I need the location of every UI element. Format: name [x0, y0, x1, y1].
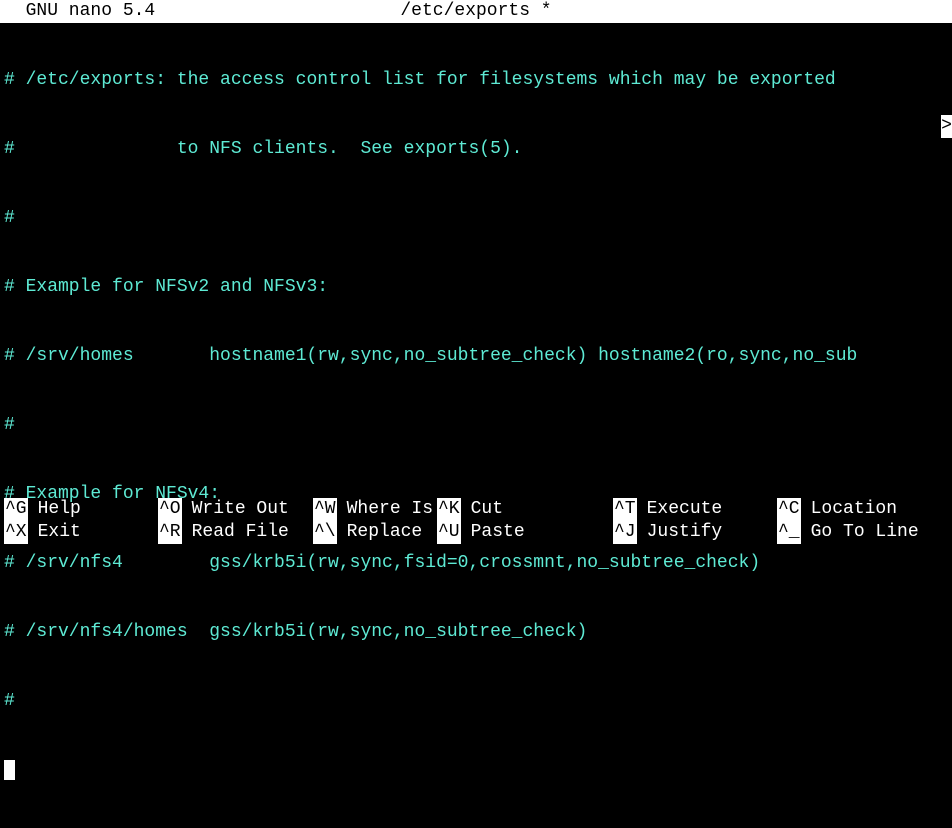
editor-line: # [4, 207, 948, 230]
shortcut-label: Help [38, 498, 81, 521]
file-path: /etc/exports * [400, 0, 551, 23]
editor-line: # Example for NFSv2 and NFSv3: [4, 276, 948, 299]
shortcut-label: Write Out [192, 498, 289, 521]
editor-area[interactable]: # /etc/exports: the access control list … [0, 23, 952, 828]
line-truncation-indicator: > [941, 115, 952, 138]
editor-line: # to NFS clients. See exports(5). [4, 138, 948, 161]
shortcut-label: Location [811, 498, 897, 521]
shortcut-key: ^K [437, 498, 461, 521]
title-bar: GNU nano 5.4 /etc/exports * [0, 0, 952, 23]
shortcut-replace[interactable]: ^\ Replace [313, 521, 437, 544]
shortcut-label: Justify [647, 521, 723, 544]
shortcut-key: ^G [4, 498, 28, 521]
shortcut-key: ^T [613, 498, 637, 521]
shortcut-write-out[interactable]: ^O Write Out [158, 498, 313, 521]
shortcut-label: Read File [192, 521, 289, 544]
shortcut-label: Cut [471, 498, 503, 521]
editor-line: # [4, 414, 948, 437]
shortcut-row-2: ^X Exit ^R Read File ^\ Replace ^U Paste ^J J… [4, 521, 948, 544]
shortcut-label: Paste [471, 521, 525, 544]
shortcut-execute[interactable]: ^T Execute [613, 498, 777, 521]
shortcut-go-to-line[interactable]: ^_ Go To Line [777, 521, 947, 544]
editor-line: # /etc/exports: the access control list … [4, 69, 948, 92]
shortcut-bar: ^G Help ^O Write Out ^W Where Is ^K Cut ^T Ex… [4, 498, 948, 544]
shortcut-justify[interactable]: ^J Justify [613, 521, 777, 544]
shortcut-label: Where Is [347, 498, 433, 521]
shortcut-key: ^U [437, 521, 461, 544]
shortcut-where-is[interactable]: ^W Where Is [313, 498, 437, 521]
shortcut-read-file[interactable]: ^R Read File [158, 521, 313, 544]
shortcut-label: Replace [347, 521, 423, 544]
shortcut-key: ^X [4, 521, 28, 544]
editor-line: # /srv/nfs4/homes gss/krb5i(rw,sync,no_s… [4, 621, 948, 644]
shortcut-exit[interactable]: ^X Exit [4, 521, 158, 544]
cursor-line [4, 759, 948, 782]
shortcut-help[interactable]: ^G Help [4, 498, 158, 521]
shortcut-key: ^_ [777, 521, 801, 544]
shortcut-label: Exit [38, 521, 81, 544]
shortcut-key: ^O [158, 498, 182, 521]
editor-line: # /srv/homes hostname1(rw,sync,no_subtre… [4, 345, 948, 368]
shortcut-paste[interactable]: ^U Paste [437, 521, 613, 544]
editor-line: # [4, 690, 948, 713]
shortcut-cut[interactable]: ^K Cut [437, 498, 613, 521]
shortcut-key: ^R [158, 521, 182, 544]
shortcut-row-1: ^G Help ^O Write Out ^W Where Is ^K Cut ^T Ex… [4, 498, 948, 521]
editor-line: # /srv/nfs4 gss/krb5i(rw,sync,fsid=0,cro… [4, 552, 948, 575]
shortcut-location[interactable]: ^C Location [777, 498, 947, 521]
app-name: GNU nano 5.4 [4, 0, 155, 23]
shortcut-key: ^J [613, 521, 637, 544]
shortcut-label: Execute [647, 498, 723, 521]
shortcut-key: ^\ [313, 521, 337, 544]
shortcut-key: ^C [777, 498, 801, 521]
cursor [4, 760, 15, 780]
shortcut-label: Go To Line [811, 521, 919, 544]
shortcut-key: ^W [313, 498, 337, 521]
